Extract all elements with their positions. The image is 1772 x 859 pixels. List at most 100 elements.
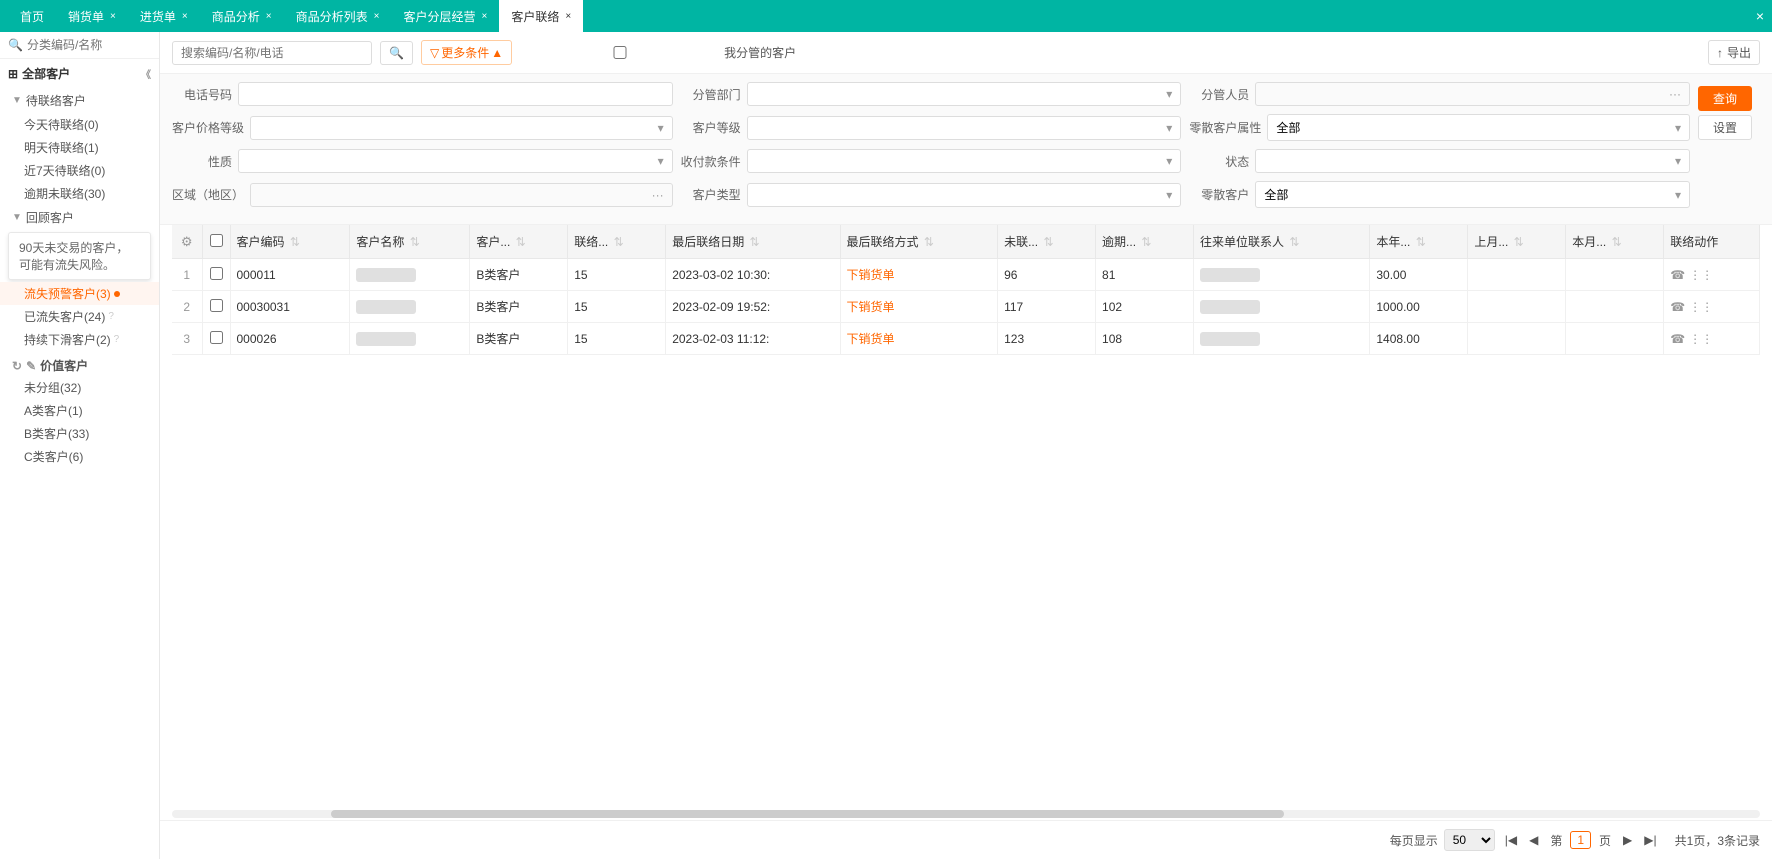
sidebar-item-tomorrow[interactable]: 明天待联络(1) bbox=[0, 136, 159, 159]
nav-customer-contact[interactable]: 客户联络 × bbox=[499, 0, 583, 32]
scroll-thumb[interactable] bbox=[331, 810, 1284, 818]
sidebar-item-overdue[interactable]: 逾期未联络(30) bbox=[0, 182, 159, 205]
sidebar-item-churn-warning[interactable]: 流失预警客户(3) bbox=[0, 282, 159, 305]
sort-icon-lastdate[interactable]: ⇅ bbox=[750, 235, 760, 249]
sort-icon-code[interactable]: ⇅ bbox=[290, 235, 300, 249]
filter-zero-attr-select[interactable]: 全部 ▾ bbox=[1267, 114, 1690, 141]
sidebar-group-value[interactable]: ↻ ✎ 价值客户 bbox=[0, 351, 159, 376]
more-action-icon[interactable]: ⋮⋮ bbox=[1689, 300, 1713, 314]
setting-button[interactable]: 设置 bbox=[1698, 115, 1752, 140]
filter-row-3: 性质 ▾ 收付款条件 ▾ bbox=[172, 149, 1690, 173]
filter-payment-select[interactable]: ▾ bbox=[747, 149, 1182, 173]
cell-thismonth bbox=[1566, 291, 1664, 323]
close-all-tabs[interactable]: × bbox=[1756, 8, 1764, 24]
prev-page-btn[interactable]: ◀ bbox=[1525, 831, 1542, 849]
sort-icon-name[interactable]: ⇅ bbox=[410, 235, 420, 249]
sort-icon-contact[interactable]: ⇅ bbox=[614, 235, 624, 249]
sort-icon-lastmonth[interactable]: ⇅ bbox=[1514, 235, 1524, 249]
cell-checkbox[interactable] bbox=[202, 291, 230, 323]
last-page-btn[interactable]: ▶| bbox=[1640, 831, 1660, 849]
nav-sales[interactable]: 销货单 × bbox=[56, 0, 128, 32]
cell-checkbox[interactable] bbox=[202, 259, 230, 291]
sort-icon-lastmethod[interactable]: ⇅ bbox=[924, 235, 934, 249]
sort-icon-overdue[interactable]: ⇅ bbox=[1141, 235, 1151, 249]
col-seq: ⚙ bbox=[172, 225, 202, 259]
filter-dept-select[interactable]: ▾ bbox=[747, 82, 1182, 106]
first-page-btn[interactable]: |◀ bbox=[1501, 831, 1521, 849]
contact-icon[interactable]: ☎ bbox=[1670, 300, 1685, 314]
sidebar-item-class-a[interactable]: A类客户(1) bbox=[0, 399, 159, 422]
sidebar-item-churned[interactable]: 已流失客户(24) ? bbox=[0, 305, 159, 328]
sidebar-item-7days[interactable]: 近7天待联络(0) bbox=[0, 159, 159, 182]
filter-price-level-select[interactable]: ▾ bbox=[250, 116, 673, 140]
cell-contact2 bbox=[1193, 323, 1369, 355]
sidebar-item-unclassified[interactable]: 未分组(32) bbox=[0, 376, 159, 399]
sidebar-item-declining[interactable]: 持续下滑客户(2) ? bbox=[0, 328, 159, 351]
sidebar-group-pending[interactable]: ▼ 待联络客户 bbox=[0, 88, 159, 113]
nav-sales-close[interactable]: × bbox=[110, 11, 116, 22]
nav-analysis-list[interactable]: 商品分析列表 × bbox=[284, 0, 392, 32]
sidebar-group-review[interactable]: ▼ 回顾客户 bbox=[0, 205, 159, 230]
last-method-link[interactable]: 下销货单 bbox=[847, 332, 895, 346]
last-method-link[interactable]: 下销货单 bbox=[847, 268, 895, 282]
sidebar-item-class-b[interactable]: B类客户(33) bbox=[0, 422, 159, 445]
sort-icon-uncontacted[interactable]: ⇅ bbox=[1043, 235, 1053, 249]
contact-icon[interactable]: ☎ bbox=[1670, 332, 1685, 346]
nav-customer-contact-close[interactable]: × bbox=[565, 11, 571, 22]
sort-icon-contact2[interactable]: ⇅ bbox=[1289, 235, 1299, 249]
sort-icon-type[interactable]: ⇅ bbox=[516, 235, 526, 249]
filter-phone-label: 电话号码 bbox=[172, 86, 232, 103]
select-all-checkbox[interactable] bbox=[210, 234, 223, 247]
col-checkbox[interactable] bbox=[202, 225, 230, 259]
current-page[interactable]: 1 bbox=[1570, 831, 1591, 849]
per-page-select[interactable]: 50 100 200 bbox=[1444, 829, 1495, 851]
nav-purchase[interactable]: 进货单 × bbox=[128, 0, 200, 32]
query-button[interactable]: 查询 bbox=[1698, 86, 1752, 111]
filter-customer-level-select[interactable]: ▾ bbox=[747, 116, 1182, 140]
my-customers-checkbox[interactable]: 我分管的客户 bbox=[520, 44, 796, 61]
export-button[interactable]: ↑ 导出 bbox=[1708, 40, 1760, 65]
sidebar-search-bar: 🔍 bbox=[0, 32, 159, 59]
grid-setting-icon[interactable]: ⚙ bbox=[181, 234, 193, 249]
nav-customer-layer-close[interactable]: × bbox=[481, 11, 487, 22]
filter-zero-customer-label: 零散客户 bbox=[1189, 186, 1249, 203]
contact-icon[interactable]: ☎ bbox=[1670, 268, 1685, 282]
last-method-link[interactable]: 下销货单 bbox=[847, 300, 895, 314]
cell-lastmonth bbox=[1468, 291, 1566, 323]
edit-icon[interactable]: ✎ bbox=[26, 359, 36, 373]
sidebar-all-customers[interactable]: ⊞ 全部客户 《 bbox=[0, 59, 159, 88]
refresh-icon[interactable]: ↻ bbox=[12, 359, 22, 373]
cell-checkbox[interactable] bbox=[202, 323, 230, 355]
nav-purchase-close[interactable]: × bbox=[182, 11, 188, 22]
filter-price-level: 客户价格等级 ▾ bbox=[172, 116, 673, 140]
more-action-icon[interactable]: ⋮⋮ bbox=[1689, 332, 1713, 346]
sidebar-item-today[interactable]: 今天待联络(0) bbox=[0, 113, 159, 136]
nav-analysis-list-close[interactable]: × bbox=[374, 11, 380, 22]
more-action-icon[interactable]: ⋮⋮ bbox=[1689, 268, 1713, 282]
nav-analysis-close[interactable]: × bbox=[266, 11, 272, 22]
filter-status-select[interactable]: ▾ bbox=[1255, 149, 1690, 173]
sidebar-item-class-c[interactable]: C类客户(6) bbox=[0, 445, 159, 468]
filter-customer-type-select[interactable]: ▾ bbox=[747, 183, 1182, 207]
filter-manager-input[interactable]: ··· bbox=[1255, 82, 1690, 106]
filter-zero-customer-select[interactable]: 全部 ▾ bbox=[1255, 181, 1690, 208]
search-input[interactable] bbox=[172, 41, 372, 65]
sort-icon-thismonth[interactable]: ⇅ bbox=[1612, 235, 1622, 249]
horizontal-scrollbar[interactable] bbox=[172, 810, 1760, 818]
cell-code: 00030031 bbox=[230, 291, 350, 323]
filter-region-input[interactable]: ··· bbox=[250, 183, 673, 207]
nav-customer-layer[interactable]: 客户分层经营 × bbox=[391, 0, 499, 32]
sidebar-search-input[interactable] bbox=[27, 38, 160, 52]
search-button[interactable]: 🔍 bbox=[380, 41, 413, 65]
nav-analysis[interactable]: 商品分析 × bbox=[200, 0, 284, 32]
collapse-btn[interactable]: 《 bbox=[141, 66, 151, 81]
cell-last-date: 2023-02-09 19:52: bbox=[666, 291, 840, 323]
filter-phone-input[interactable] bbox=[238, 82, 673, 106]
more-conditions-button[interactable]: ▽ 更多条件 ▲ bbox=[421, 40, 512, 65]
my-customers-check[interactable] bbox=[520, 46, 720, 59]
filter-status: 状态 ▾ bbox=[1189, 149, 1690, 173]
nav-home[interactable]: 首页 bbox=[8, 0, 56, 32]
next-page-btn[interactable]: ▶ bbox=[1619, 831, 1636, 849]
sort-icon-thisyear[interactable]: ⇅ bbox=[1416, 235, 1426, 249]
filter-nature-select[interactable]: ▾ bbox=[238, 149, 673, 173]
